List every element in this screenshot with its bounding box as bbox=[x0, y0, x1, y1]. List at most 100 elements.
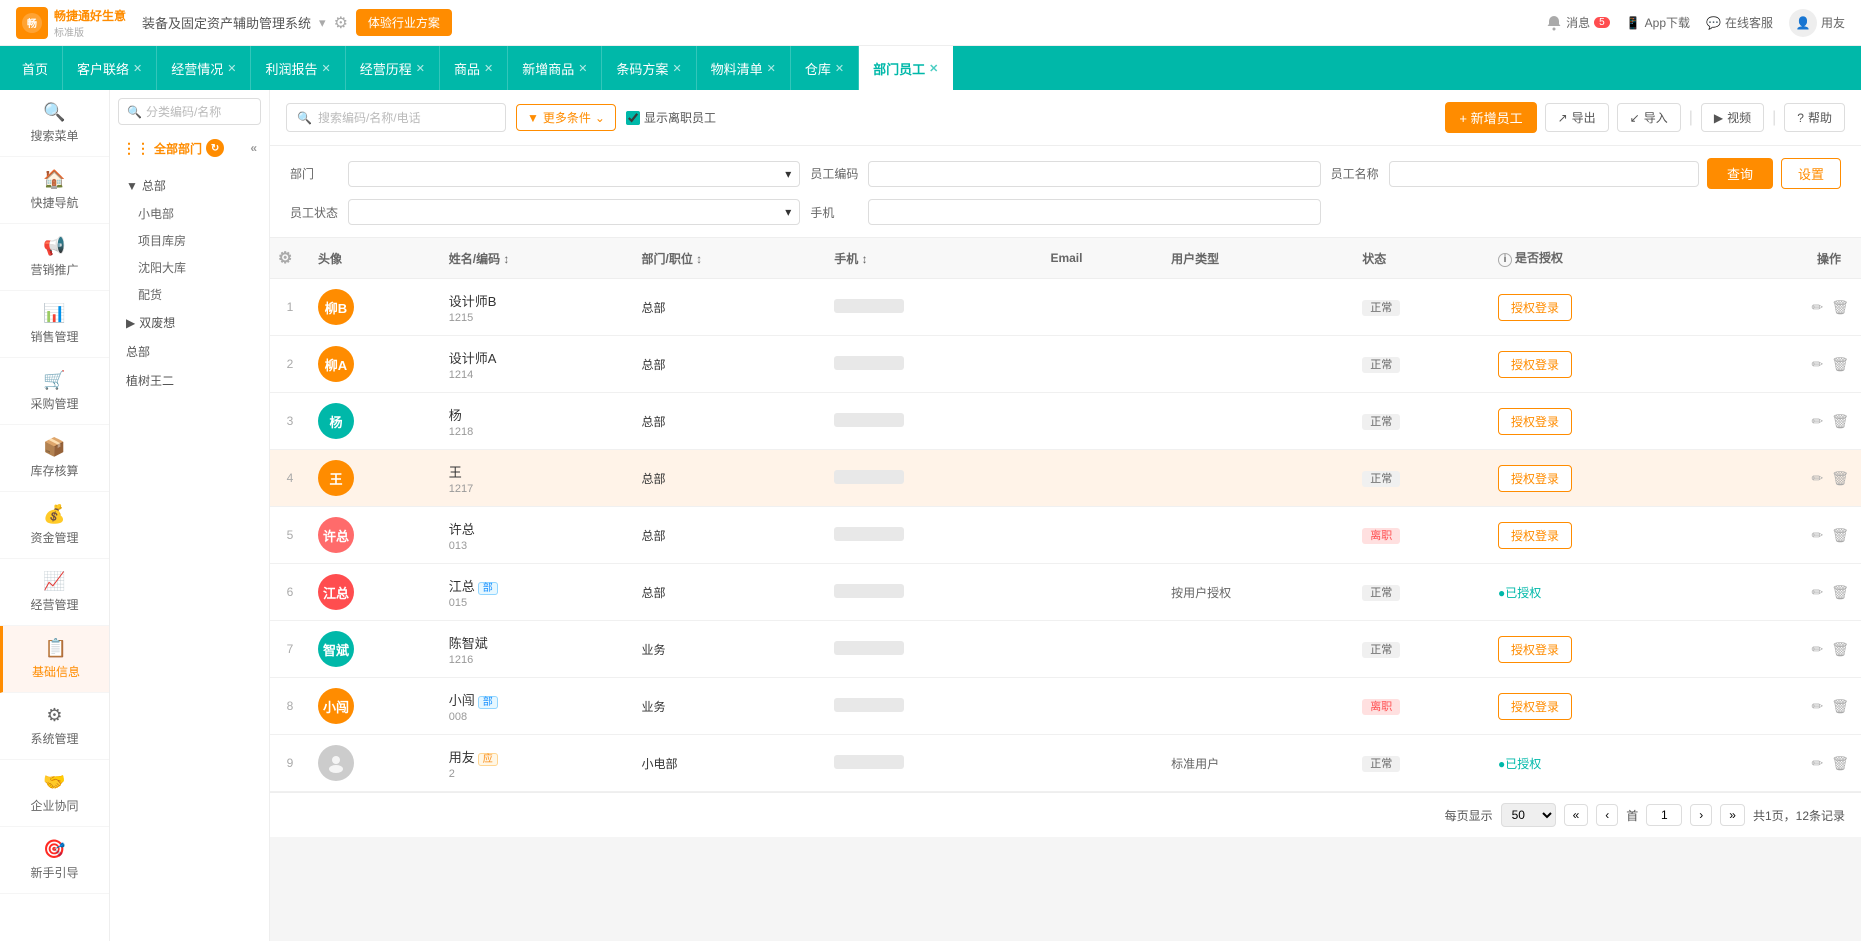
system-dropdown-icon[interactable]: ▾ bbox=[319, 15, 326, 31]
sidebar-item-system[interactable]: ⚙ 系统管理 bbox=[0, 693, 109, 760]
notification-btn[interactable]: 消息 5 bbox=[1546, 14, 1610, 31]
sidebar-item-sales[interactable]: 📊 销售管理 bbox=[0, 291, 109, 358]
sidebar-item-management[interactable]: 📈 经营管理 bbox=[0, 559, 109, 626]
nav-tab-history[interactable]: 经营历程 ✕ bbox=[346, 46, 440, 90]
dept-child-shenyangdaku[interactable]: 沈阳大库 bbox=[110, 254, 269, 281]
edit-icon[interactable]: ✏ bbox=[1811, 755, 1823, 772]
app-download-btn[interactable]: 📱 App下载 bbox=[1626, 14, 1690, 31]
auth-login-button[interactable]: 授权登录 bbox=[1498, 408, 1572, 435]
delete-icon[interactable]: 🗑 bbox=[1831, 698, 1849, 715]
dept-filter-select[interactable]: ▾ bbox=[348, 161, 800, 187]
emp-code-input[interactable] bbox=[868, 161, 1320, 187]
edit-icon[interactable]: ✏ bbox=[1811, 584, 1823, 601]
col-phone[interactable]: 手机 ↕ bbox=[826, 238, 1042, 279]
query-button[interactable]: 查询 bbox=[1707, 158, 1773, 189]
dept-child-peihuo[interactable]: 配货 bbox=[110, 281, 269, 308]
nav-tab-customer[interactable]: 客户联络 ✕ bbox=[63, 46, 157, 90]
close-icon[interactable]: ✕ bbox=[578, 62, 587, 75]
close-icon[interactable]: ✕ bbox=[416, 62, 425, 75]
nav-tab-bom[interactable]: 物料清单 ✕ bbox=[697, 46, 791, 90]
edit-icon[interactable]: ✏ bbox=[1811, 641, 1823, 658]
col-dept[interactable]: 部门/职位 ↕ bbox=[633, 238, 826, 279]
nav-tab-staff[interactable]: 部门员工 ✕ bbox=[859, 46, 953, 90]
export-button[interactable]: ↗ 导出 bbox=[1545, 103, 1609, 132]
nav-tab-profit[interactable]: 利润报告 ✕ bbox=[251, 46, 345, 90]
last-page-button[interactable]: » bbox=[1720, 804, 1745, 826]
nav-tab-goods[interactable]: 商品 ✕ bbox=[440, 46, 508, 90]
delete-icon[interactable]: 🗑 bbox=[1831, 413, 1849, 430]
delete-icon[interactable]: 🗑 bbox=[1831, 584, 1849, 601]
delete-icon[interactable]: 🗑 bbox=[1831, 356, 1849, 373]
auth-login-button[interactable]: 授权登录 bbox=[1498, 522, 1572, 549]
dept-all-header[interactable]: ⋮⋮ 全部部门 ↻ « bbox=[110, 133, 269, 163]
nav-tab-operation[interactable]: 经营情况 ✕ bbox=[157, 46, 251, 90]
show-left-staff-toggle[interactable]: 显示离职员工 bbox=[626, 109, 716, 126]
auth-login-button[interactable]: 授权登录 bbox=[1498, 351, 1572, 378]
settings-icon[interactable]: ⚙ bbox=[334, 13, 348, 33]
emp-name-input[interactable] bbox=[1389, 161, 1699, 187]
sidebar-item-search[interactable]: 🔍 搜索菜单 bbox=[0, 90, 109, 157]
nav-tab-new-goods[interactable]: 新增商品 ✕ bbox=[508, 46, 602, 90]
sidebar-item-quicknav[interactable]: 🏠 快捷导航 bbox=[0, 157, 109, 224]
sidebar-item-inventory[interactable]: 📦 库存核算 bbox=[0, 425, 109, 492]
edit-icon[interactable]: ✏ bbox=[1811, 527, 1823, 544]
edit-icon[interactable]: ✏ bbox=[1811, 413, 1823, 430]
next-page-button[interactable]: › bbox=[1690, 804, 1712, 826]
more-filter-button[interactable]: ▼ 更多条件 ⌄ bbox=[516, 104, 616, 131]
dept-parent-zongbu[interactable]: ▼ 总部 bbox=[110, 171, 269, 200]
dept-parent-shuangfeixiang[interactable]: ▶ 双废想 bbox=[110, 308, 269, 337]
nav-tab-home[interactable]: 首页 bbox=[8, 46, 63, 90]
auth-login-button[interactable]: 授权登录 bbox=[1498, 465, 1572, 492]
close-icon[interactable]: ✕ bbox=[133, 62, 142, 75]
sidebar-item-marketing[interactable]: 📢 营销推广 bbox=[0, 224, 109, 291]
delete-icon[interactable]: 🗑 bbox=[1831, 299, 1849, 316]
close-icon[interactable]: ✕ bbox=[835, 62, 844, 75]
delete-icon[interactable]: 🗑 bbox=[1831, 641, 1849, 658]
sidebar-item-guide[interactable]: 🎯 新手引导 bbox=[0, 827, 109, 894]
col-name[interactable]: 姓名/编码 ↕ bbox=[441, 238, 634, 279]
auth-login-button[interactable]: 授权登录 bbox=[1498, 636, 1572, 663]
sidebar-item-collab[interactable]: 🤝 企业协同 bbox=[0, 760, 109, 827]
edit-icon[interactable]: ✏ bbox=[1811, 356, 1823, 373]
trial-button[interactable]: 体验行业方案 bbox=[356, 9, 452, 36]
user-avatar[interactable]: 👤 用友 bbox=[1789, 9, 1845, 37]
auth-login-button[interactable]: 授权登录 bbox=[1498, 693, 1572, 720]
sidebar-item-basic[interactable]: 📋 基础信息 bbox=[0, 626, 109, 693]
show-left-checkbox[interactable] bbox=[626, 111, 640, 125]
collapse-icon[interactable]: « bbox=[250, 141, 257, 155]
phone-input[interactable] bbox=[868, 199, 1320, 225]
dept-child-xiangmukufang[interactable]: 项目库房 bbox=[110, 227, 269, 254]
import-button[interactable]: ↙ 导入 bbox=[1617, 103, 1681, 132]
dept-parent-zhishuwanger[interactable]: 植树王二 bbox=[110, 366, 269, 395]
set-button[interactable]: 设置 bbox=[1781, 158, 1841, 189]
page-number-input[interactable] bbox=[1646, 804, 1682, 826]
dept-parent-zongbu2[interactable]: 总部 bbox=[110, 337, 269, 366]
video-button[interactable]: ▶ 视频 bbox=[1701, 103, 1764, 132]
close-icon[interactable]: ✕ bbox=[484, 62, 493, 75]
delete-icon[interactable]: 🗑 bbox=[1831, 470, 1849, 487]
delete-icon[interactable]: 🗑 bbox=[1831, 755, 1849, 772]
dept-search-input[interactable]: 🔍 分类编码/名称 bbox=[118, 98, 261, 125]
close-icon[interactable]: ✕ bbox=[322, 62, 331, 75]
close-icon[interactable]: ✕ bbox=[672, 62, 681, 75]
delete-icon[interactable]: 🗑 bbox=[1831, 527, 1849, 544]
auth-login-button[interactable]: 授权登录 bbox=[1498, 294, 1572, 321]
column-settings-icon[interactable]: ⚙ bbox=[278, 250, 292, 267]
emp-status-select[interactable]: ▾ bbox=[348, 199, 800, 225]
close-icon[interactable]: ✕ bbox=[929, 62, 938, 75]
close-icon[interactable]: ✕ bbox=[767, 62, 776, 75]
online-service-btn[interactable]: 💬 在线客服 bbox=[1706, 14, 1773, 31]
edit-icon[interactable]: ✏ bbox=[1811, 299, 1823, 316]
page-size-select[interactable]: 50 100 200 bbox=[1501, 803, 1556, 827]
edit-icon[interactable]: ✏ bbox=[1811, 698, 1823, 715]
refresh-icon[interactable]: ↻ bbox=[206, 139, 224, 157]
add-employee-button[interactable]: + 新增员工 bbox=[1445, 102, 1536, 133]
help-button[interactable]: ? 帮助 bbox=[1784, 103, 1845, 132]
dept-child-xiaodibu[interactable]: 小电部 bbox=[110, 200, 269, 227]
first-page-button[interactable]: « bbox=[1564, 804, 1589, 826]
nav-tab-warehouse[interactable]: 仓库 ✕ bbox=[791, 46, 859, 90]
sidebar-item-purchase[interactable]: 🛒 采购管理 bbox=[0, 358, 109, 425]
prev-page-button[interactable]: ‹ bbox=[1596, 804, 1618, 826]
edit-icon[interactable]: ✏ bbox=[1811, 470, 1823, 487]
nav-tab-barcode[interactable]: 条码方案 ✕ bbox=[602, 46, 696, 90]
